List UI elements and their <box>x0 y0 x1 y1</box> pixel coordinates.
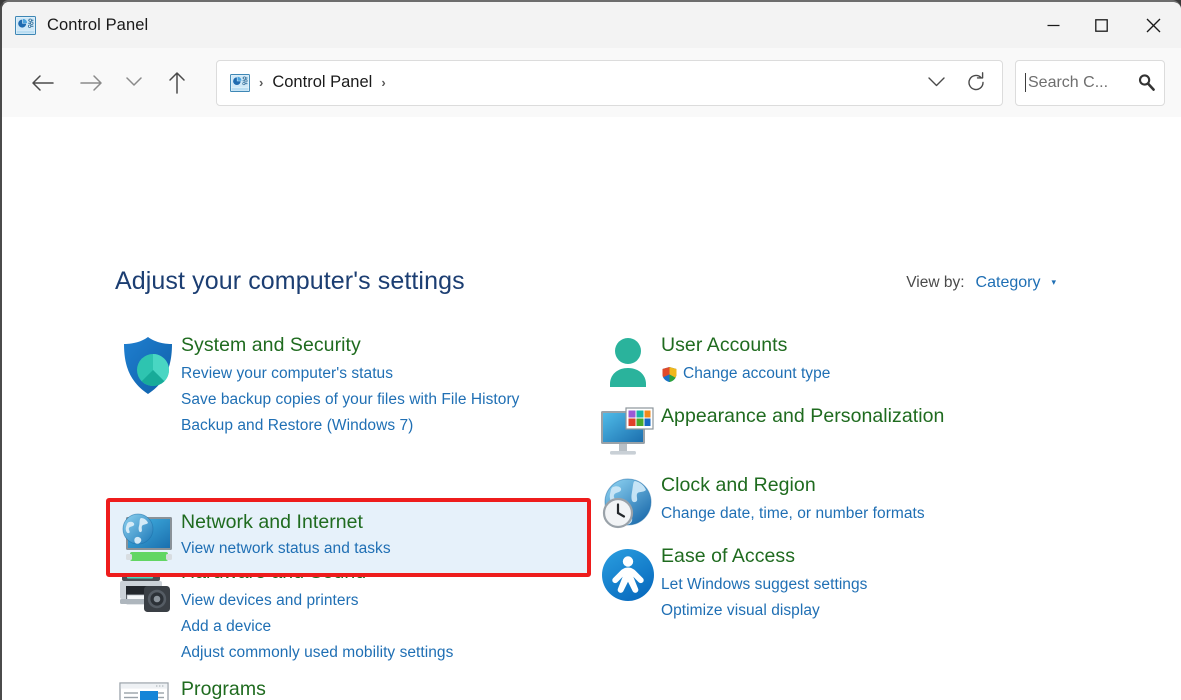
category-title[interactable]: Ease of Access <box>661 543 795 570</box>
breadcrumb-control-panel[interactable]: Control Panel <box>272 73 372 92</box>
link-backup-and-restore[interactable]: Backup and Restore (Windows 7) <box>181 413 585 439</box>
view-by-control: View by: Category ▾ <box>906 274 1056 292</box>
user-person-icon <box>595 331 661 393</box>
navigation-bar: › Control Panel › Search C... <box>2 48 1181 117</box>
recent-locations-chevron-icon[interactable] <box>119 64 149 102</box>
chevron-down-icon[interactable]: ▾ <box>1051 277 1056 288</box>
globe-monitor-icon <box>115 509 181 567</box>
category-appearance-and-personalization[interactable]: Appearance and Personalization <box>595 399 1065 468</box>
link-change-date-time-number-formats[interactable]: Change date, time, or number formats <box>661 501 1065 527</box>
category-column-right: User Accounts Change account type <box>595 328 1065 630</box>
link-add-a-device[interactable]: Add a device <box>181 614 585 640</box>
link-review-computer-status[interactable]: Review your computer's status <box>181 361 585 387</box>
window-title: Control Panel <box>47 16 148 35</box>
globe-clock-icon <box>595 471 661 533</box>
breadcrumb-separator-trailing[interactable]: › <box>372 76 394 89</box>
breadcrumb-separator: › <box>250 76 272 89</box>
category-body: Programs Uninstall a program <box>181 675 585 700</box>
maximize-button[interactable] <box>1077 2 1125 48</box>
view-by-label: View by: <box>906 274 964 292</box>
view-by-value[interactable]: Category <box>976 274 1041 292</box>
control-panel-icon[interactable] <box>230 74 250 92</box>
refresh-icon[interactable] <box>956 61 996 105</box>
search-icon[interactable] <box>1137 73 1156 92</box>
link-view-network-status-and-tasks[interactable]: View network status and tasks <box>181 536 587 562</box>
forward-arrow-icon[interactable] <box>72 64 110 102</box>
category-body: Clock and Region Change date, time, or n… <box>661 471 1065 527</box>
monitor-palette-icon <box>595 402 661 462</box>
link-save-backup-copies[interactable]: Save backup copies of your files with Fi… <box>181 387 585 413</box>
content-area: Adjust your computer's settings View by:… <box>2 117 1181 700</box>
category-programs[interactable]: Programs Uninstall a program <box>115 672 585 700</box>
category-title[interactable]: Programs <box>181 676 266 700</box>
back-arrow-icon[interactable] <box>24 64 62 102</box>
category-system-and-security[interactable]: System and Security Review your computer… <box>115 328 585 445</box>
page-title: Adjust your computer's settings <box>115 267 465 296</box>
close-button[interactable] <box>1125 2 1181 48</box>
category-body: User Accounts Change account type <box>661 331 1065 387</box>
category-column-left: System and Security Review your computer… <box>115 328 585 700</box>
category-title[interactable]: User Accounts <box>661 332 787 359</box>
category-body: Appearance and Personalization <box>661 402 1065 432</box>
category-title[interactable]: Network and Internet <box>181 509 363 536</box>
uac-shield-icon <box>661 366 678 383</box>
category-title[interactable]: Clock and Region <box>661 472 816 499</box>
chevron-down-icon[interactable] <box>916 61 956 105</box>
category-title[interactable]: System and Security <box>181 332 361 359</box>
category-body: System and Security Review your computer… <box>181 331 585 439</box>
accessibility-icon <box>595 542 661 604</box>
link-text: Change account type <box>683 361 830 387</box>
link-view-devices-and-printers[interactable]: View devices and printers <box>181 588 585 614</box>
search-placeholder: Search C... <box>1028 74 1137 92</box>
category-network-and-internet-highlighted[interactable]: Network and Internet View network status… <box>106 498 591 577</box>
up-arrow-icon[interactable] <box>158 64 196 102</box>
link-optimize-visual-display[interactable]: Optimize visual display <box>661 598 1065 624</box>
control-panel-window: Control Panel <box>0 0 1181 700</box>
category-ease-of-access[interactable]: Ease of Access Let Windows suggest setti… <box>595 539 1065 630</box>
control-panel-icon <box>15 16 36 35</box>
title-bar-left: Control Panel <box>2 2 1029 48</box>
category-clock-and-region[interactable]: Clock and Region Change date, time, or n… <box>595 468 1065 539</box>
link-adjust-mobility-settings[interactable]: Adjust commonly used mobility settings <box>181 640 585 666</box>
programs-disc-icon <box>115 675 181 700</box>
category-body: Network and Internet View network status… <box>181 509 587 562</box>
minimize-button[interactable] <box>1029 2 1077 48</box>
title-bar: Control Panel <box>2 2 1181 48</box>
category-body: Ease of Access Let Windows suggest setti… <box>661 542 1065 624</box>
category-title[interactable]: Appearance and Personalization <box>661 403 944 430</box>
category-user-accounts[interactable]: User Accounts Change account type <box>595 328 1065 399</box>
text-cursor <box>1025 73 1026 92</box>
address-bar[interactable]: › Control Panel › <box>216 60 1003 106</box>
link-let-windows-suggest-settings[interactable]: Let Windows suggest settings <box>661 572 1065 598</box>
shield-icon <box>115 331 181 397</box>
link-change-account-type[interactable]: Change account type <box>661 361 1065 387</box>
search-input[interactable]: Search C... <box>1015 60 1165 106</box>
